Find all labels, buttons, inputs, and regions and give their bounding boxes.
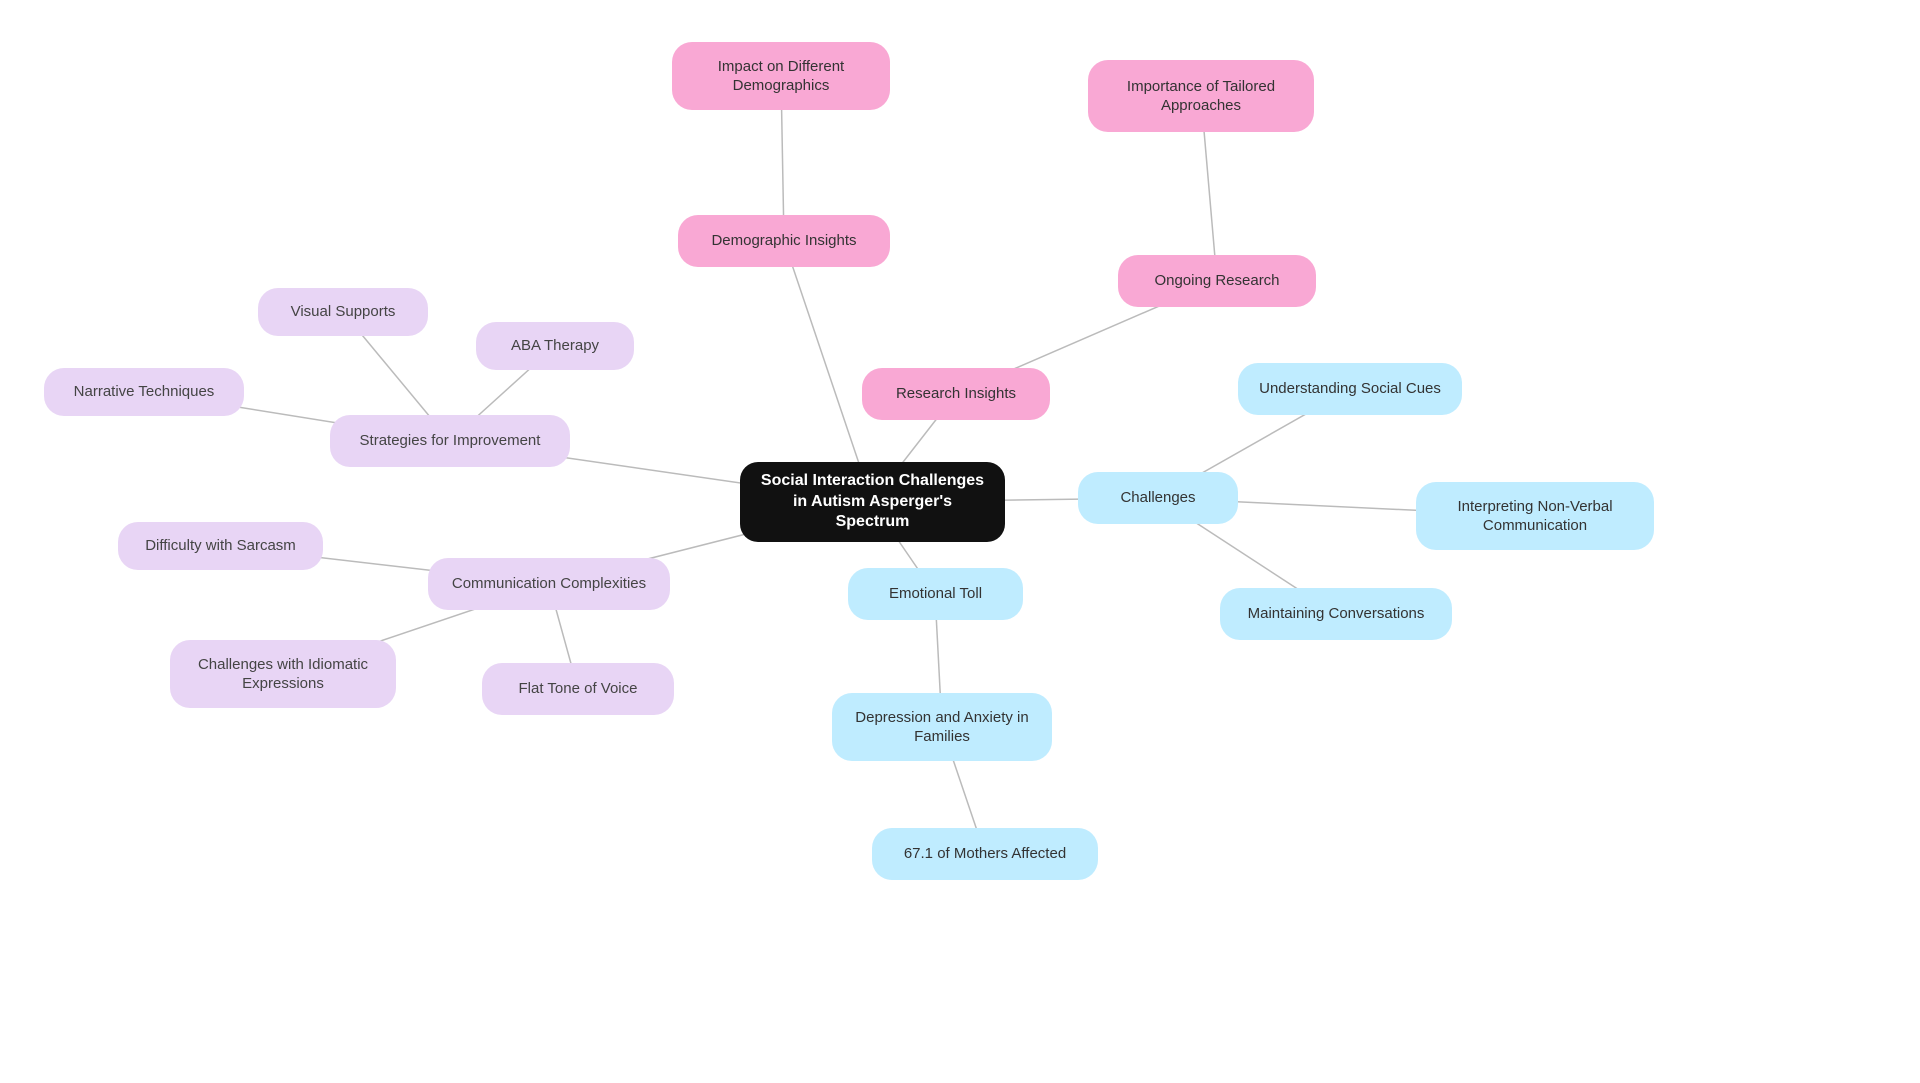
importance-tailored-node[interactable]: Importance of Tailored Approaches <box>1088 60 1314 132</box>
idiomatic-node[interactable]: Challenges with Idiomatic Expressions <box>170 640 396 708</box>
demographic-insights-label: Demographic Insights <box>711 231 856 251</box>
strategies-label: Strategies for Improvement <box>360 431 541 451</box>
communication-node[interactable]: Communication Complexities <box>428 558 670 610</box>
ongoing-research-label: Ongoing Research <box>1154 271 1279 291</box>
strategies-node[interactable]: Strategies for Improvement <box>330 415 570 467</box>
visual-supports-node[interactable]: Visual Supports <box>258 288 428 336</box>
visual-supports-label: Visual Supports <box>291 302 396 322</box>
difficulty-sarcasm-node[interactable]: Difficulty with Sarcasm <box>118 522 323 570</box>
understanding-social-label: Understanding Social Cues <box>1259 379 1441 399</box>
center-label: Social Interaction Challenges in Autism … <box>758 471 987 533</box>
impact-demographics-node[interactable]: Impact on Different Demographics <box>672 42 890 110</box>
challenges-node[interactable]: Challenges <box>1078 472 1238 524</box>
flat-tone-node[interactable]: Flat Tone of Voice <box>482 663 674 715</box>
communication-label: Communication Complexities <box>452 574 646 594</box>
challenges-label: Challenges <box>1120 488 1195 508</box>
mothers-affected-label: 67.1 of Mothers Affected <box>904 844 1066 864</box>
research-insights-node[interactable]: Research Insights <box>862 368 1050 420</box>
depression-anxiety-node[interactable]: Depression and Anxiety in Families <box>832 693 1052 761</box>
maintaining-conversations-node[interactable]: Maintaining Conversations <box>1220 588 1452 640</box>
impact-demographics-label: Impact on Different Demographics <box>718 57 844 96</box>
idiomatic-label: Challenges with Idiomatic Expressions <box>198 655 368 694</box>
aba-therapy-label: ABA Therapy <box>511 336 599 356</box>
aba-therapy-node[interactable]: ABA Therapy <box>476 322 634 370</box>
understanding-social-node[interactable]: Understanding Social Cues <box>1238 363 1462 415</box>
emotional-toll-label: Emotional Toll <box>889 584 982 604</box>
mothers-affected-node[interactable]: 67.1 of Mothers Affected <box>872 828 1098 880</box>
interpreting-nonverbal-node[interactable]: Interpreting Non-Verbal Communication <box>1416 482 1654 550</box>
depression-anxiety-label: Depression and Anxiety in Families <box>855 708 1028 747</box>
narrative-techniques-node[interactable]: Narrative Techniques <box>44 368 244 416</box>
ongoing-research-node[interactable]: Ongoing Research <box>1118 255 1316 307</box>
interpreting-nonverbal-label: Interpreting Non-Verbal Communication <box>1457 497 1612 536</box>
flat-tone-label: Flat Tone of Voice <box>519 679 638 699</box>
center-node: Social Interaction Challenges in Autism … <box>740 462 1005 542</box>
research-insights-label: Research Insights <box>896 384 1016 404</box>
demographic-insights-node[interactable]: Demographic Insights <box>678 215 890 267</box>
importance-tailored-label: Importance of Tailored Approaches <box>1127 77 1275 116</box>
emotional-toll-node[interactable]: Emotional Toll <box>848 568 1023 620</box>
narrative-techniques-label: Narrative Techniques <box>74 382 215 402</box>
difficulty-sarcasm-label: Difficulty with Sarcasm <box>145 536 296 556</box>
maintaining-conversations-label: Maintaining Conversations <box>1248 604 1425 624</box>
